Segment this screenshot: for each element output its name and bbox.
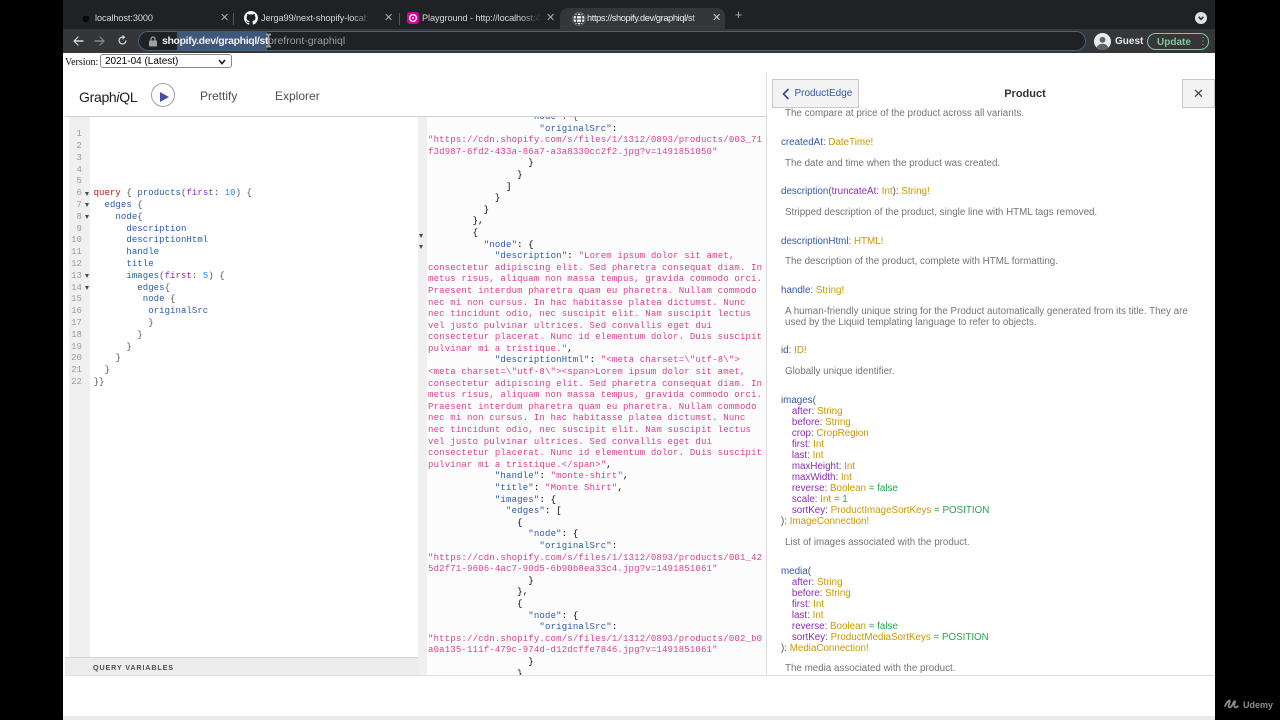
svg-text:Udemy: Udemy [1243,700,1273,710]
